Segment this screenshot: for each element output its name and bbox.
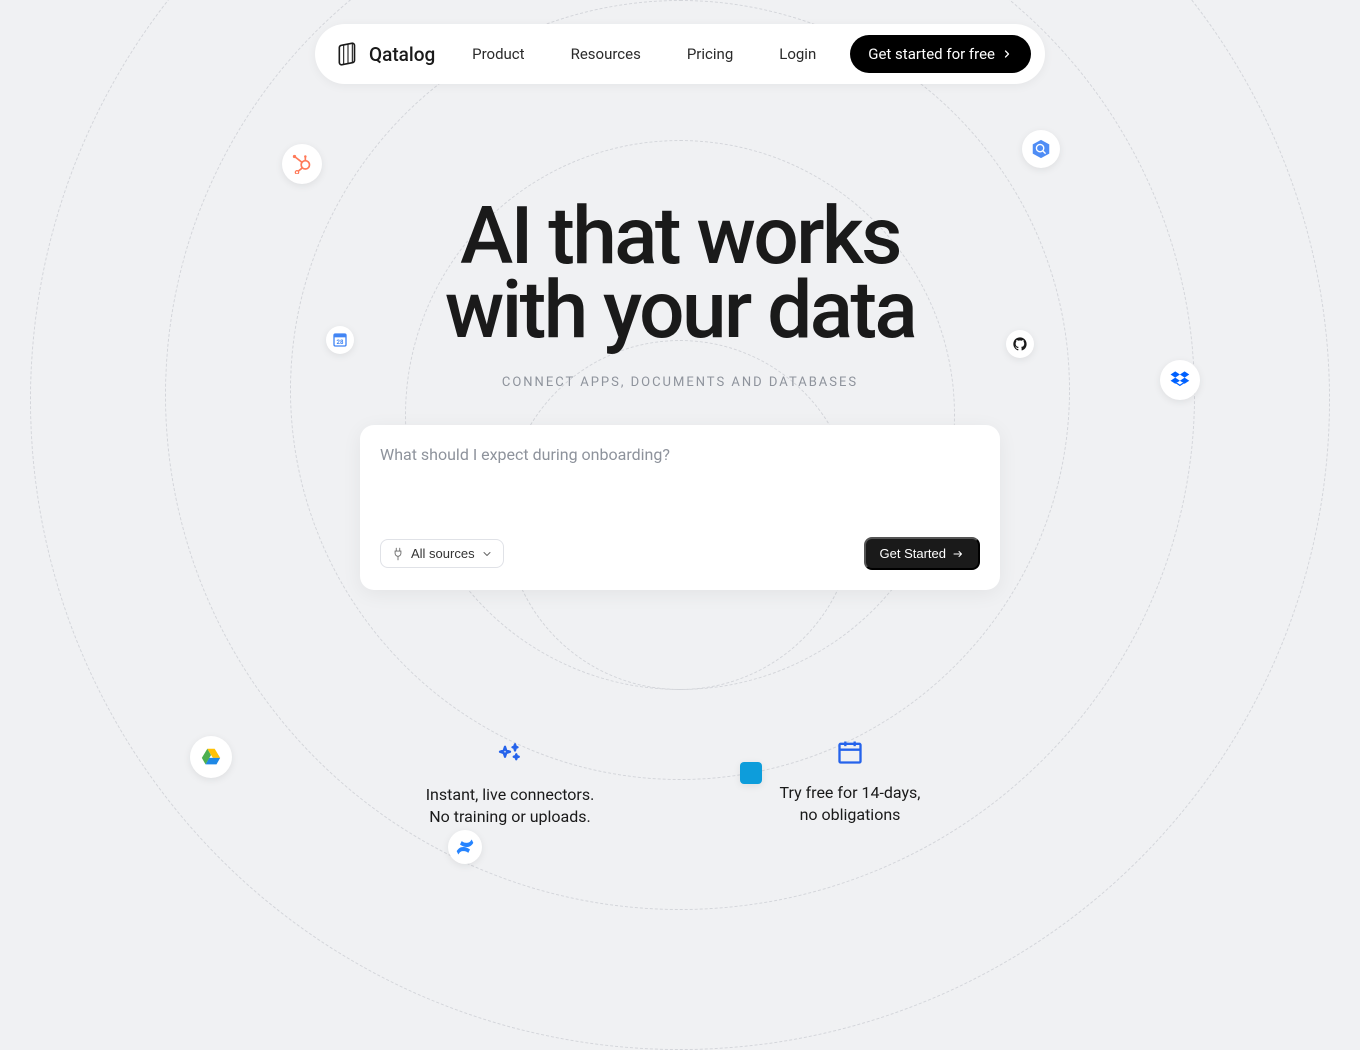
- nav-pricing[interactable]: Pricing: [669, 37, 751, 71]
- features-row: Instant, live connectors. No training or…: [400, 738, 960, 827]
- chevron-right-icon: [1001, 48, 1013, 60]
- arrow-right-icon: [952, 548, 964, 560]
- hero-section: AI that works with your data CONNECT APP…: [0, 200, 1360, 390]
- feature-1-line1: Instant, live connectors.: [426, 785, 595, 804]
- hero-subtitle: CONNECT APPS, DOCUMENTS AND DATABASES: [0, 375, 1360, 390]
- nav-resources[interactable]: Resources: [553, 37, 659, 71]
- prompt-submit-label: Get Started: [880, 546, 946, 561]
- hero-title-line2: with your data: [445, 263, 915, 357]
- sources-label: All sources: [411, 546, 475, 561]
- hubspot-icon: [282, 144, 322, 184]
- prompt-box: What should I expect during onboarding? …: [360, 425, 1000, 590]
- plug-icon: [391, 547, 405, 561]
- bigquery-icon: [1022, 130, 1060, 168]
- sparkle-icon: [400, 738, 620, 768]
- get-started-button[interactable]: Get started for free: [850, 35, 1031, 73]
- feature-2-line2: no obligations: [800, 805, 901, 824]
- google-drive-icon: [190, 736, 232, 778]
- nav-login[interactable]: Login: [761, 37, 834, 71]
- feature-1-line2: No training or uploads.: [429, 807, 591, 826]
- prompt-input[interactable]: What should I expect during onboarding?: [380, 445, 980, 537]
- chevron-down-icon: [481, 548, 493, 560]
- nav-product[interactable]: Product: [454, 37, 542, 71]
- top-nav: Qatalog Product Resources Pricing Login …: [315, 24, 1045, 84]
- feature-connectors: Instant, live connectors. No training or…: [400, 738, 620, 827]
- feature-2-line1: Try free for 14-days,: [780, 783, 921, 802]
- calendar-icon: [740, 738, 960, 766]
- cta-label: Get started for free: [868, 45, 995, 63]
- brand-name: Qatalog: [369, 43, 435, 66]
- feature-trial: Try free for 14-days, no obligations: [740, 738, 960, 827]
- logo-icon: [335, 41, 361, 67]
- sources-dropdown[interactable]: All sources: [380, 539, 504, 568]
- hero-title: AI that works with your data: [0, 200, 1360, 347]
- brand-logo[interactable]: Qatalog: [335, 41, 435, 67]
- prompt-submit-button[interactable]: Get Started: [864, 537, 980, 570]
